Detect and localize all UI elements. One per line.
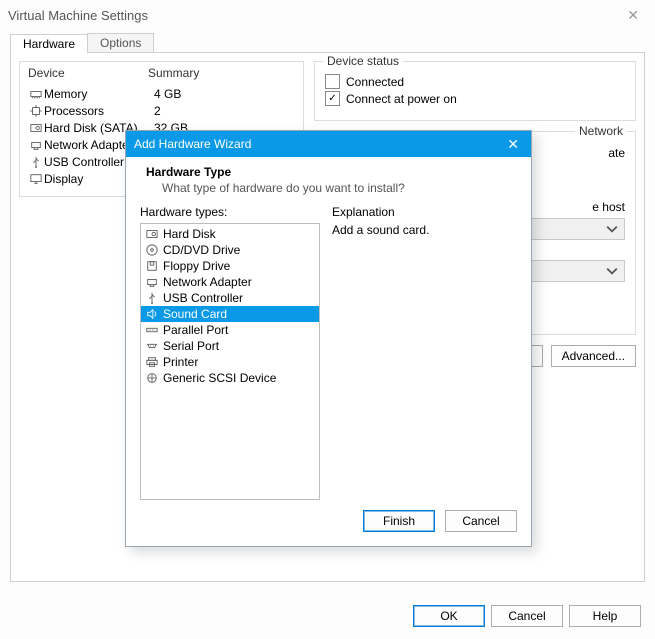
hw-type-item[interactable]: Serial Port <box>141 338 319 354</box>
sound-icon <box>145 308 159 320</box>
close-icon[interactable]: ✕ <box>619 5 647 26</box>
advanced-button[interactable]: Advanced... <box>551 345 636 367</box>
hw-type-item[interactable]: Generic SCSI Device <box>141 370 319 386</box>
hw-types-list[interactable]: Hard Disk CD/DVD Drive Floppy Drive Network… <box>140 223 320 500</box>
hw-types-label: Hardware types: <box>140 205 320 219</box>
device-status-legend: Device status <box>323 54 403 68</box>
floppy-icon <box>145 260 159 272</box>
connected-checkbox[interactable] <box>325 74 340 89</box>
window-title: Virtual Machine Settings <box>8 8 148 23</box>
hdd-icon <box>145 228 159 240</box>
device-name: Memory <box>44 87 154 101</box>
hw-type-item[interactable]: CD/DVD Drive <box>141 242 319 258</box>
wizard-close-icon[interactable]: ✕ <box>503 136 523 153</box>
hw-type-label: Hard Disk <box>163 227 216 241</box>
explanation-text: Add a sound card. <box>332 223 517 237</box>
hw-type-item[interactable]: Printer <box>141 354 319 370</box>
hw-type-label: USB Controller <box>163 291 243 305</box>
hw-type-label: Floppy Drive <box>163 259 230 273</box>
add-hardware-wizard: Add Hardware Wizard ✕ Hardware Type What… <box>125 130 532 547</box>
tab-options[interactable]: Options <box>87 33 154 52</box>
hdd-icon <box>28 122 44 134</box>
connect-at-poweron-label: Connect at power on <box>346 92 457 106</box>
device-col-header: Device <box>28 66 148 80</box>
dialog-buttons: OK Cancel Help <box>413 605 641 627</box>
parallel-icon <box>145 324 159 336</box>
usb-icon <box>145 292 159 304</box>
cpu-icon <box>28 105 44 117</box>
net-icon <box>28 139 44 151</box>
wizard-header: Hardware Type What type of hardware do y… <box>126 157 531 205</box>
hw-type-label: Network Adapter <box>163 275 252 289</box>
hw-type-label: CD/DVD Drive <box>163 243 240 257</box>
cancel-button[interactable]: Cancel <box>491 605 563 627</box>
wizard-body: Hardware types: Hard Disk CD/DVD Drive Flo… <box>126 205 531 500</box>
wizard-cancel-button[interactable]: Cancel <box>445 510 517 532</box>
tab-strip: Hardware Options <box>10 32 645 52</box>
hw-type-item[interactable]: USB Controller <box>141 290 319 306</box>
network-legend: Network <box>575 124 627 138</box>
hw-type-label: Parallel Port <box>163 323 228 337</box>
titlebar: Virtual Machine Settings ✕ <box>0 0 655 30</box>
wizard-subheading: What type of hardware do you want to ins… <box>146 181 511 195</box>
help-button[interactable]: Help <box>569 605 641 627</box>
wizard-title: Add Hardware Wizard <box>134 137 251 151</box>
hw-type-label: Sound Card <box>163 307 227 321</box>
memory-icon <box>28 88 44 100</box>
hw-type-label: Printer <box>163 355 198 369</box>
hw-type-item[interactable]: Floppy Drive <box>141 258 319 274</box>
finish-button[interactable]: Finish <box>363 510 435 532</box>
explanation-label: Explanation <box>332 205 517 219</box>
printer-icon <box>145 356 159 368</box>
hw-type-label: Generic SCSI Device <box>163 371 276 385</box>
hw-type-item[interactable]: Hard Disk <box>141 226 319 242</box>
hw-type-item[interactable]: Parallel Port <box>141 322 319 338</box>
chevron-down-icon <box>606 223 618 235</box>
scsi-icon <box>145 372 159 384</box>
device-status-group: Device status Connected Connect at power… <box>314 61 636 121</box>
serial-icon <box>145 340 159 352</box>
device-row[interactable]: Processors2 <box>28 103 295 119</box>
hw-type-item[interactable]: Sound Card <box>141 306 319 322</box>
ok-button[interactable]: OK <box>413 605 485 627</box>
summary-col-header: Summary <box>148 66 295 80</box>
device-summary: 2 <box>154 104 295 118</box>
device-summary: 4 GB <box>154 87 295 101</box>
wizard-titlebar: Add Hardware Wizard ✕ <box>126 131 531 157</box>
device-row[interactable]: Memory4 GB <box>28 86 295 102</box>
usb-icon <box>28 156 44 168</box>
cd-icon <box>145 244 159 256</box>
hw-type-label: Serial Port <box>163 339 219 353</box>
wizard-heading: Hardware Type <box>146 165 511 179</box>
chevron-down-icon <box>606 265 618 277</box>
wizard-footer: Finish Cancel <box>126 500 531 546</box>
connected-label: Connected <box>346 75 404 89</box>
hw-type-item[interactable]: Network Adapter <box>141 274 319 290</box>
connect-at-poweron-checkbox[interactable] <box>325 91 340 106</box>
tab-hardware[interactable]: Hardware <box>10 34 88 53</box>
net-icon <box>145 276 159 288</box>
display-icon <box>28 173 44 185</box>
device-name: Processors <box>44 104 154 118</box>
